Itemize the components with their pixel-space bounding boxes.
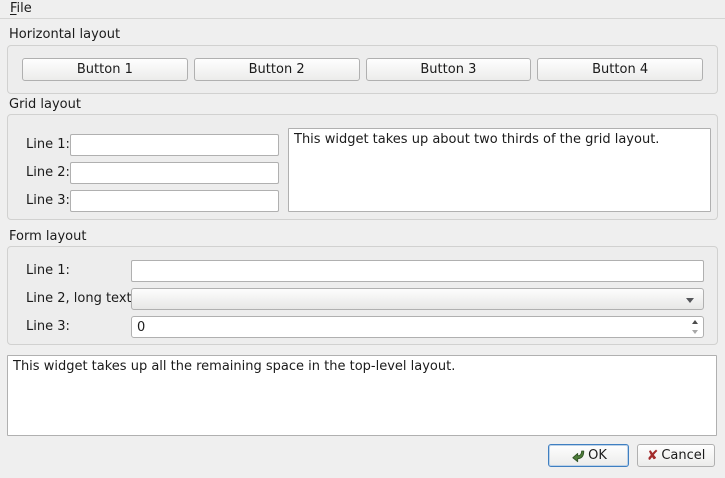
horizontal-group-title: Horizontal layout <box>9 27 121 42</box>
form-line3-spinbox <box>131 316 704 338</box>
form-group-frame: Line 1: Line 2, long text: Line 3: <box>7 246 718 345</box>
form-group-title: Form layout <box>9 229 87 244</box>
ok-icon <box>570 448 585 463</box>
grid-group-frame: Line 1: Line 2: Line 3: This widget take… <box>7 114 718 220</box>
cancel-x-icon: ✘ <box>646 447 659 464</box>
spin-up-icon <box>692 320 698 324</box>
ok-button-label: OK <box>588 448 607 463</box>
bottom-textedit[interactable]: This widget takes up all the remaining s… <box>7 355 717 436</box>
grid-line2-input[interactable] <box>70 162 279 184</box>
dialog-window: File Horizontal layout Button 1 Button 2… <box>0 0 725 478</box>
button-4[interactable]: Button 4 <box>537 58 703 81</box>
button-1[interactable]: Button 1 <box>22 58 188 81</box>
menu-bar: File <box>0 0 725 19</box>
grid-line2-label: Line 2: <box>26 165 70 180</box>
button-2[interactable]: Button 2 <box>193 58 360 81</box>
form-line2-label: Line 2, long text: <box>26 291 136 306</box>
horizontal-group-frame: Button 1 Button 2 Button 3 Button 4 <box>7 45 718 94</box>
ok-button[interactable]: OK <box>548 444 629 467</box>
grid-textedit[interactable]: This widget takes up about two thirds of… <box>288 128 711 212</box>
spinbox-buttons <box>687 317 703 337</box>
form-line3-label: Line 3: <box>26 319 70 334</box>
chevron-down-icon <box>686 298 694 303</box>
grid-line3-input[interactable] <box>70 190 279 212</box>
grid-line1-label: Line 1: <box>26 137 70 152</box>
menu-file-rest: ile <box>16 1 32 16</box>
grid-line3-label: Line 3: <box>26 193 70 208</box>
menu-file[interactable]: File <box>3 0 39 18</box>
form-line1-input[interactable] <box>131 260 704 282</box>
button-3[interactable]: Button 3 <box>365 58 532 81</box>
spinbox-input[interactable] <box>132 317 686 337</box>
form-line1-label: Line 1: <box>26 263 70 278</box>
spin-down-icon <box>692 330 698 334</box>
spin-up-button[interactable] <box>687 317 703 327</box>
cancel-button-label: Cancel <box>661 448 706 463</box>
cancel-button[interactable]: ✘ Cancel <box>637 444 715 467</box>
spin-down-button[interactable] <box>687 327 703 337</box>
grid-line1-input[interactable] <box>70 134 279 156</box>
grid-group-title: Grid layout <box>9 97 81 112</box>
form-line2-combobox[interactable] <box>131 288 704 310</box>
